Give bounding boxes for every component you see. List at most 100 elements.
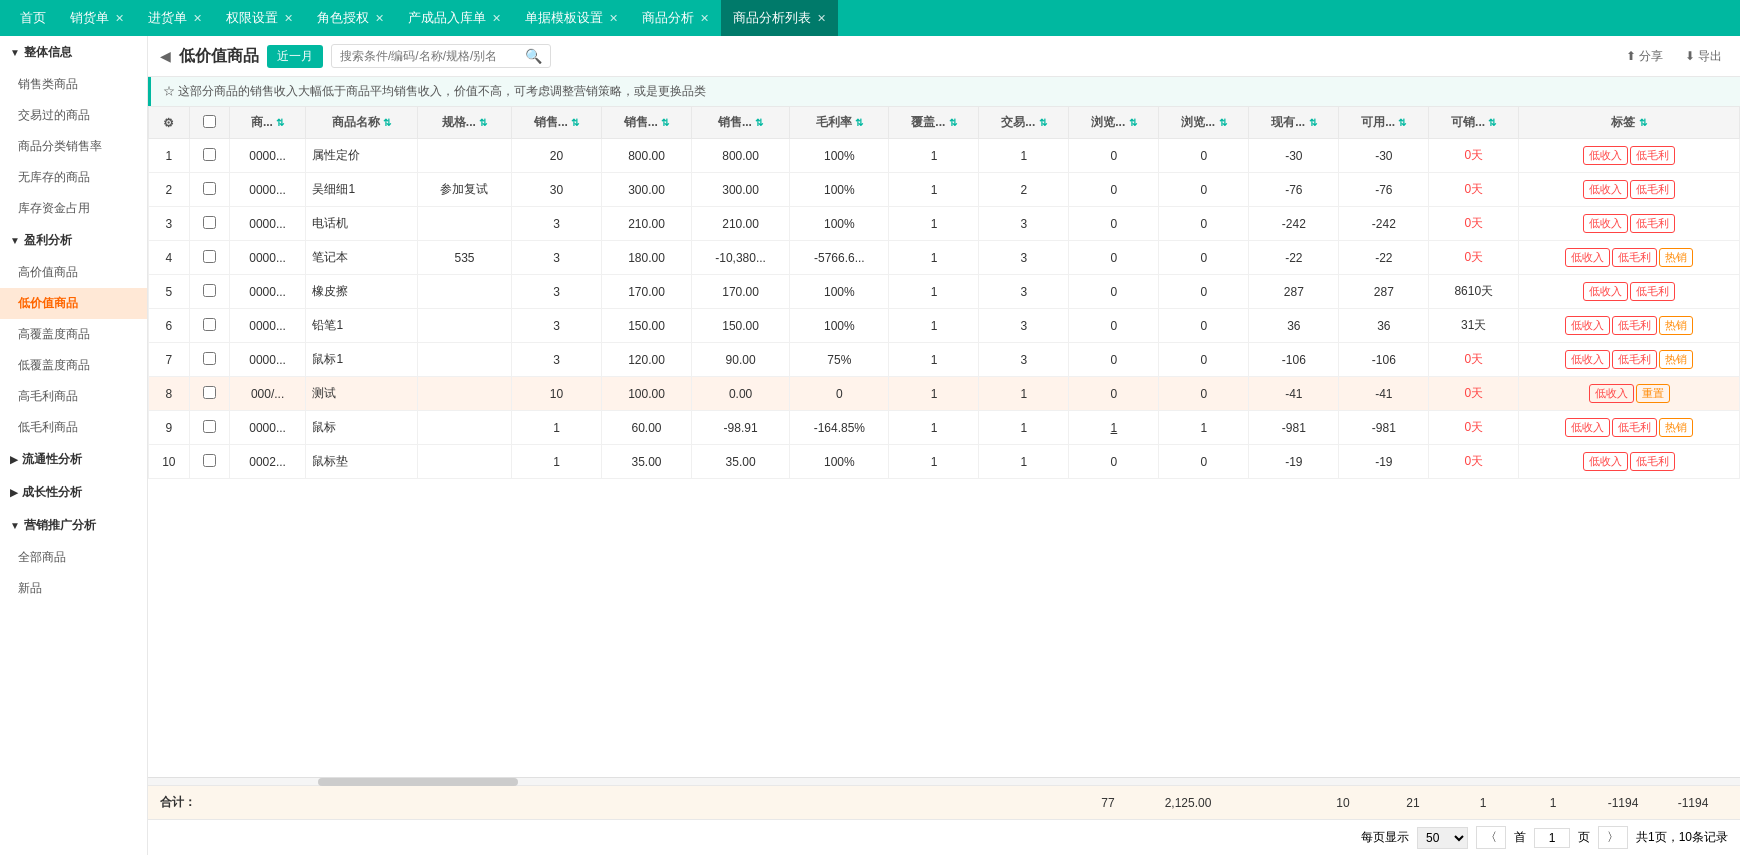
sidebar-item-high-margin[interactable]: 高毛利商品 (0, 381, 147, 412)
nav-product-analysis-list[interactable]: 商品分析列表 ✕ (721, 0, 838, 36)
select-all-checkbox[interactable] (203, 115, 216, 128)
row-view1[interactable]: 0 (1069, 275, 1159, 309)
sidebar-item-stock-fund[interactable]: 库存资金占用 (0, 193, 147, 224)
export-button[interactable]: ⬇ 导出 (1679, 45, 1728, 68)
sidebar-item-no-stock-products[interactable]: 无库存的商品 (0, 162, 147, 193)
row-view1[interactable]: 0 (1069, 445, 1159, 479)
close-product-analysis[interactable]: ✕ (700, 12, 709, 25)
sidebar-item-low-coverage[interactable]: 低覆盖度商品 (0, 350, 147, 381)
sidebar-section-profit[interactable]: ▼ 盈利分析 (0, 224, 147, 257)
date-filter-button[interactable]: 近一月 (267, 45, 323, 68)
row-checkbox[interactable] (203, 352, 216, 365)
row-view1[interactable]: 0 (1069, 241, 1159, 275)
row-checkbox[interactable] (203, 250, 216, 263)
tag-label: 热销 (1659, 418, 1693, 437)
close-sales[interactable]: ✕ (115, 12, 124, 25)
col-header-sales3[interactable]: 销售... ⇅ (691, 107, 789, 139)
col-header-stock3[interactable]: 可销... ⇅ (1429, 107, 1519, 139)
row-view1[interactable]: 0 (1069, 173, 1159, 207)
sidebar-item-high-value[interactable]: 高价值商品 (0, 257, 147, 288)
row-checkbox-cell[interactable] (189, 241, 229, 275)
col-header-code[interactable]: 商... ⇅ (229, 107, 306, 139)
col-header-sales1[interactable]: 销售... ⇅ (512, 107, 602, 139)
search-input[interactable] (340, 49, 525, 63)
nav-purchase[interactable]: 进货单 ✕ (136, 0, 214, 36)
sidebar-item-low-margin[interactable]: 低毛利商品 (0, 412, 147, 443)
sidebar-item-all-products[interactable]: 全部商品 (0, 542, 147, 573)
col-header-sales2[interactable]: 销售... ⇅ (602, 107, 692, 139)
sidebar-section-overall[interactable]: ▼ 整体信息 (0, 36, 147, 69)
col-header-view1[interactable]: 浏览... ⇅ (1069, 107, 1159, 139)
close-product-entry[interactable]: ✕ (492, 12, 501, 25)
close-purchase[interactable]: ✕ (193, 12, 202, 25)
sidebar-collapse-btn[interactable]: ◀ (160, 48, 171, 64)
row-spec (417, 343, 511, 377)
col-header-gross[interactable]: 毛利率 ⇅ (790, 107, 889, 139)
col-header-coverage[interactable]: 覆盖... ⇅ (889, 107, 979, 139)
row-checkbox-cell[interactable] (189, 445, 229, 479)
nav-template[interactable]: 单据模板设置 ✕ (513, 0, 630, 36)
col-header-stock1[interactable]: 现有... ⇅ (1249, 107, 1339, 139)
col-header-trade[interactable]: 交易... ⇅ (979, 107, 1069, 139)
sidebar-section-flow[interactable]: ▶ 流通性分析 (0, 443, 147, 476)
row-checkbox[interactable] (203, 454, 216, 467)
search-icon[interactable]: 🔍 (525, 48, 542, 64)
row-checkbox[interactable] (203, 386, 216, 399)
col-header-settings[interactable]: ⚙ (149, 107, 190, 139)
close-product-analysis-list[interactable]: ✕ (817, 12, 826, 25)
row-checkbox-cell[interactable] (189, 139, 229, 173)
nav-role[interactable]: 角色授权 ✕ (305, 0, 396, 36)
first-page-btn[interactable]: 〈 (1476, 826, 1506, 849)
horizontal-scrollbar[interactable] (148, 777, 1740, 785)
row-checkbox[interactable] (203, 216, 216, 229)
row-checkbox[interactable] (203, 420, 216, 433)
data-table-wrapper[interactable]: ⚙ 商... ⇅ 商品名称 ⇅ 规格... ⇅ 销售... ⇅ 销售... ⇅ … (148, 106, 1740, 777)
row-checkbox[interactable] (203, 148, 216, 161)
sidebar-section-growth[interactable]: ▶ 成长性分析 (0, 476, 147, 509)
row-checkbox[interactable] (203, 284, 216, 297)
col-header-stock2[interactable]: 可用... ⇅ (1339, 107, 1429, 139)
sidebar-section-growth-label: 成长性分析 (22, 484, 82, 501)
close-role[interactable]: ✕ (375, 12, 384, 25)
sidebar-item-high-coverage[interactable]: 高覆盖度商品 (0, 319, 147, 350)
sidebar-item-traded-products[interactable]: 交易过的商品 (0, 100, 147, 131)
next-page-btn[interactable]: 〉 (1598, 826, 1628, 849)
row-view1[interactable]: 0 (1069, 309, 1159, 343)
share-button[interactable]: ⬆ 分享 (1620, 45, 1669, 68)
nav-product-entry[interactable]: 产成品入库单 ✕ (396, 0, 513, 36)
row-checkbox[interactable] (203, 182, 216, 195)
per-page-select[interactable]: 50 100 200 (1417, 827, 1468, 849)
col-header-checkbox[interactable] (189, 107, 229, 139)
sidebar-item-sales-products[interactable]: 销售类商品 (0, 69, 147, 100)
sidebar-section-marketing[interactable]: ▼ 营销推广分析 (0, 509, 147, 542)
row-checkbox-cell[interactable] (189, 275, 229, 309)
col-header-tags[interactable]: 标签 ⇅ (1519, 107, 1740, 139)
scrollbar-thumb[interactable] (318, 778, 518, 786)
row-checkbox-cell[interactable] (189, 343, 229, 377)
row-view1[interactable]: 1 (1069, 411, 1159, 445)
row-view1[interactable]: 0 (1069, 207, 1159, 241)
col-header-name[interactable]: 商品名称 ⇅ (306, 107, 418, 139)
page-number-input[interactable] (1534, 828, 1570, 848)
close-permission[interactable]: ✕ (284, 12, 293, 25)
row-checkbox-cell[interactable] (189, 411, 229, 445)
close-template[interactable]: ✕ (609, 12, 618, 25)
nav-home[interactable]: 首页 (8, 0, 58, 36)
sidebar-item-low-value[interactable]: 低价值商品 (0, 288, 147, 319)
row-checkbox-cell[interactable] (189, 377, 229, 411)
sidebar-item-category-sales-rate[interactable]: 商品分类销售率 (0, 131, 147, 162)
row-checkbox-cell[interactable] (189, 173, 229, 207)
row-checkbox-cell[interactable] (189, 309, 229, 343)
view1-link[interactable]: 1 (1111, 421, 1118, 435)
col-header-spec[interactable]: 规格... ⇅ (417, 107, 511, 139)
sidebar-item-new-products[interactable]: 新品 (0, 573, 147, 604)
row-view1[interactable]: 0 (1069, 343, 1159, 377)
col-header-view2[interactable]: 浏览... ⇅ (1159, 107, 1249, 139)
nav-sales[interactable]: 销货单 ✕ (58, 0, 136, 36)
nav-product-analysis[interactable]: 商品分析 ✕ (630, 0, 721, 36)
row-view1[interactable]: 0 (1069, 139, 1159, 173)
row-view1[interactable]: 0 (1069, 377, 1159, 411)
row-checkbox[interactable] (203, 318, 216, 331)
row-checkbox-cell[interactable] (189, 207, 229, 241)
nav-permission[interactable]: 权限设置 ✕ (214, 0, 305, 36)
